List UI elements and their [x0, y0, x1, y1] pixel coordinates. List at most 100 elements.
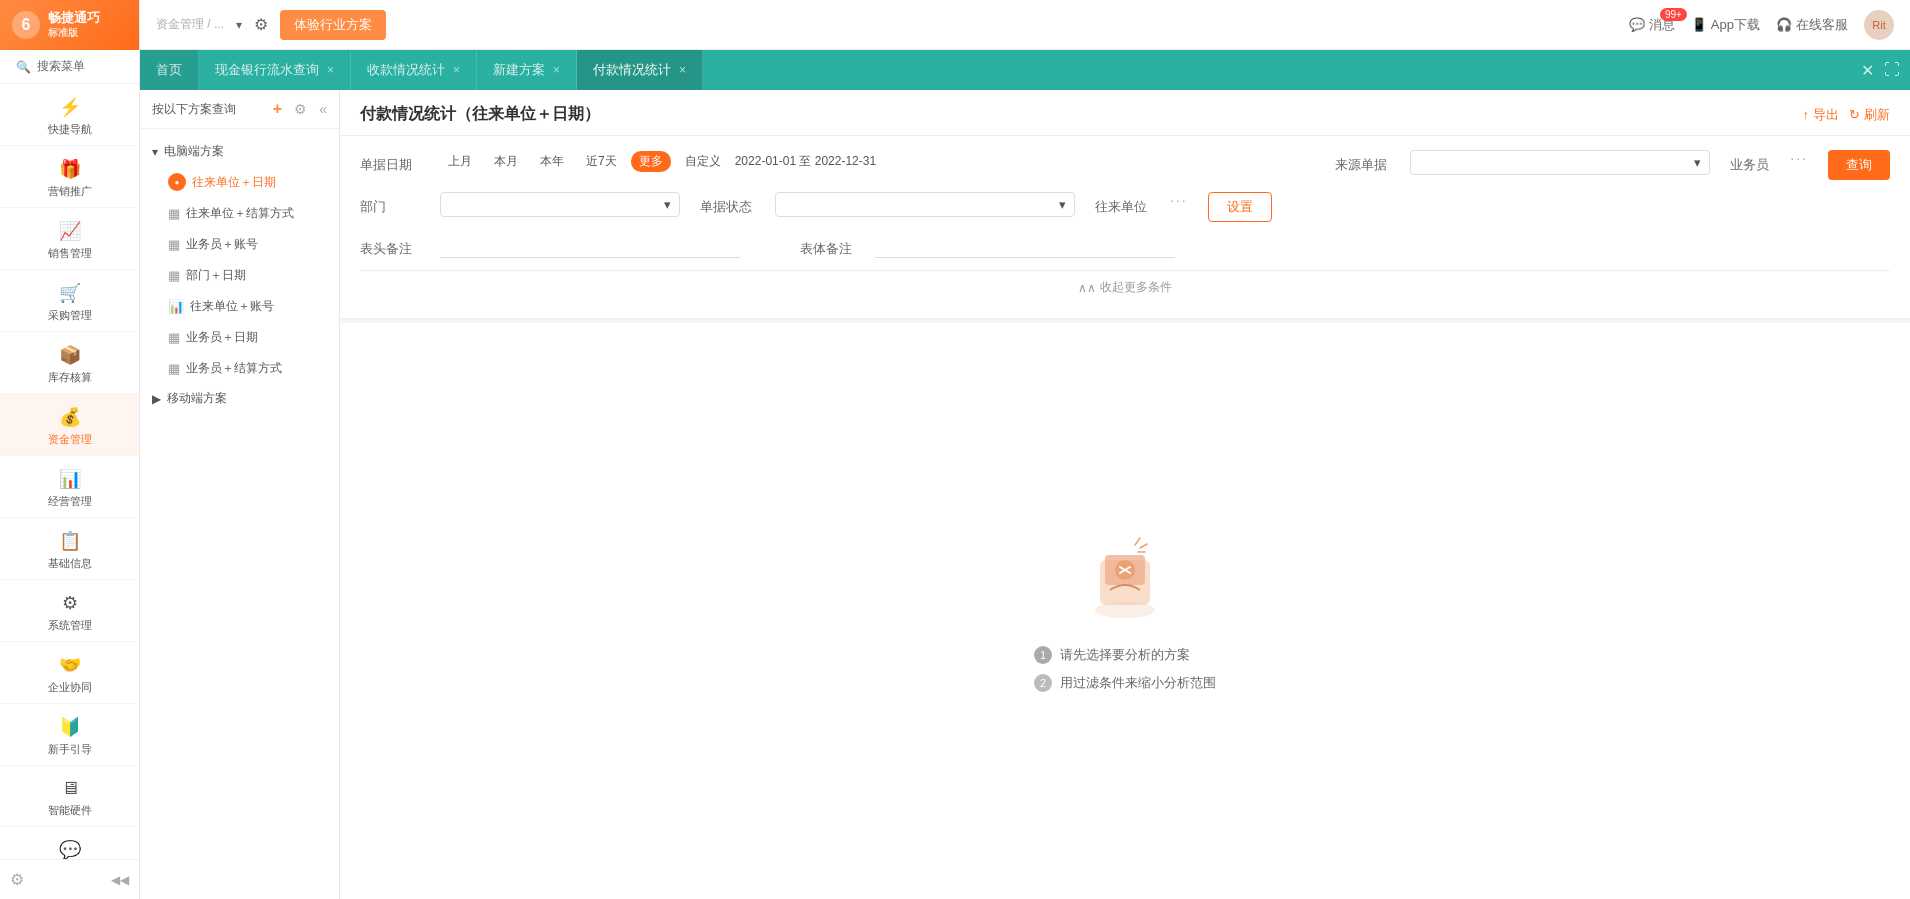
export-button[interactable]: ↑ 导出 [1803, 106, 1840, 124]
scheme-item-staff-settle[interactable]: ▦ 业务员＋结算方式 [140, 353, 339, 384]
query-button[interactable]: 查询 [1828, 150, 1890, 180]
voucher-status-select[interactable]: ▾ [775, 192, 1075, 217]
sidebar-logo: 6 畅捷通巧 标准版 [0, 0, 139, 50]
date-tab-custom[interactable]: 自定义 [677, 150, 729, 173]
mobile-group-label: 移动端方案 [167, 390, 227, 407]
sidebar-item-finance[interactable]: 💰 资金管理 [0, 394, 139, 456]
scheme-item-company-date[interactable]: ● 往来单位＋日期 [140, 166, 339, 198]
scheme-item-dept-date[interactable]: ▦ 部门＋日期 [140, 260, 339, 291]
tab-home[interactable]: 首页 [140, 50, 199, 90]
tab-close-all-icon[interactable]: ✕ [1861, 61, 1874, 80]
scheme-group-desktop-title[interactable]: ▾ 电脑端方案 [140, 137, 339, 166]
basic-label: 基础信息 [48, 556, 92, 571]
sidebar-item-sales[interactable]: 📈 销售管理 [0, 208, 139, 270]
collapse-conditions-button[interactable]: ∧∧ 收起更多条件 [1078, 279, 1172, 296]
body-note-input[interactable] [875, 234, 1175, 258]
refresh-label: 刷新 [1864, 106, 1890, 124]
empty-tip-2: 2 用过滤条件来缩小分析范围 [1034, 674, 1216, 692]
tab-bank-close[interactable]: × [327, 63, 334, 77]
quick-nav-icon: ⚡ [59, 96, 81, 118]
header-settings-icon[interactable]: ⚙ [254, 15, 268, 34]
operation-icon: 📊 [59, 468, 81, 490]
phone-icon: 📱 [1691, 17, 1707, 32]
enterprise-icon: 🤝 [59, 654, 81, 676]
avatar-text: Rit [1872, 19, 1885, 31]
sidebar-item-basic[interactable]: 📋 基础信息 [0, 518, 139, 580]
source-select-arrow: ▾ [1694, 155, 1701, 170]
date-tab-last-month[interactable]: 上月 [440, 150, 480, 173]
date-filter-content: 上月 本月 本年 近7天 更多 自定义 2022-01-01 至 2022-12… [440, 150, 1315, 173]
scheme-item-icon-3: ▦ [168, 268, 180, 283]
tab-receivable-close[interactable]: × [453, 63, 460, 77]
sidebar-item-guide[interactable]: 🔰 新手引导 [0, 704, 139, 766]
footer-collapse-icon[interactable]: ◀◀ [111, 873, 129, 887]
staff-dots[interactable]: ··· [1790, 150, 1808, 166]
date-tab-more[interactable]: 更多 [631, 151, 671, 172]
sidebar-item-operation[interactable]: 📊 经营管理 [0, 456, 139, 518]
scheme-item-company-account[interactable]: 📊 往来单位＋账号 [140, 291, 339, 322]
scheme-group-mobile-title[interactable]: ▶ 移动端方案 [140, 384, 339, 413]
date-tab-7days[interactable]: 近7天 [578, 150, 625, 173]
finance-label: 资金管理 [48, 432, 92, 447]
wechat-icon: 💬 [59, 839, 81, 859]
tab-new-scheme-label: 新建方案 [493, 61, 545, 79]
dept-select[interactable]: ▾ [440, 192, 680, 217]
tab-payment[interactable]: 付款情况统计 × [577, 50, 703, 90]
header-note-input[interactable] [440, 234, 740, 258]
basic-icon: 📋 [59, 530, 81, 552]
message-button[interactable]: 💬 消息 99+ [1629, 16, 1675, 34]
scheme-item-staff-date[interactable]: ▦ 业务员＋日期 [140, 322, 339, 353]
tab-receivable[interactable]: 收款情况统计 × [351, 50, 477, 90]
date-tab-this-month[interactable]: 本月 [486, 150, 526, 173]
sidebar-item-purchase[interactable]: 🛒 采购管理 [0, 270, 139, 332]
tab-new-scheme-close[interactable]: × [553, 63, 560, 77]
scheme-collapse-icon[interactable]: « [319, 101, 327, 117]
company-dots[interactable]: ··· [1170, 192, 1188, 208]
tab-fullscreen-icon[interactable]: ⛶ [1884, 61, 1900, 79]
sidebar-item-hardware[interactable]: 🖥 智能硬件 [0, 766, 139, 827]
user-avatar[interactable]: Rit [1864, 10, 1894, 40]
quick-nav-label: 快捷导航 [48, 122, 92, 137]
settings-button[interactable]: 设置 [1208, 192, 1272, 222]
header-right: 💬 消息 99+ 📱 App下载 🎧 在线客服 Rit [1629, 10, 1894, 40]
company-label: 往来单位 [1095, 192, 1150, 216]
sidebar-item-enterprise[interactable]: 🤝 企业协同 [0, 642, 139, 704]
search-label: 搜索菜单 [37, 58, 85, 75]
scheme-item-company-settle[interactable]: ▦ 往来单位＋结算方式 [140, 198, 339, 229]
header-dropdown-icon[interactable]: ▾ [236, 18, 242, 32]
online-service-button[interactable]: 🎧 在线客服 [1776, 16, 1848, 34]
tab-home-label: 首页 [156, 61, 182, 79]
scheme-item-icon-5: ▦ [168, 330, 180, 345]
source-select[interactable]: ▾ [1410, 150, 1710, 175]
tab-new-scheme[interactable]: 新建方案 × [477, 50, 577, 90]
date-tab-this-year[interactable]: 本年 [532, 150, 572, 173]
trial-button[interactable]: 体验行业方案 [280, 10, 386, 40]
sales-label: 销售管理 [48, 246, 92, 261]
operation-label: 经营管理 [48, 494, 92, 509]
tab-payment-close[interactable]: × [679, 63, 686, 77]
scheme-settings-icon[interactable]: ⚙ [294, 101, 307, 117]
guide-icon: 🔰 [59, 716, 81, 738]
scheme-item-staff-account[interactable]: ▦ 业务员＋账号 [140, 229, 339, 260]
footer-settings-icon[interactable]: ⚙ [10, 870, 24, 889]
sidebar-item-system[interactable]: ⚙ 系统管理 [0, 580, 139, 642]
tab-bank[interactable]: 现金银行流水查询 × [199, 50, 351, 90]
sidebar-item-quick-nav[interactable]: ⚡ 快捷导航 [0, 84, 139, 146]
sidebar-item-marketing[interactable]: 🎁 营销推广 [0, 146, 139, 208]
tip-num-1: 1 [1034, 646, 1052, 664]
app-download-button[interactable]: 📱 App下载 [1691, 16, 1760, 34]
search-menu[interactable]: 🔍 搜索菜单 [0, 50, 139, 84]
tab-bank-label: 现金银行流水查询 [215, 61, 319, 79]
marketing-icon: 🎁 [59, 158, 81, 180]
scheme-item-staff-account-label: 业务员＋账号 [186, 236, 258, 253]
svg-line-7 [1140, 544, 1147, 548]
system-icon: ⚙ [62, 592, 78, 614]
scheme-item-company-date-label: 往来单位＋日期 [192, 174, 276, 191]
refresh-button[interactable]: ↻ 刷新 [1849, 106, 1890, 124]
header-left: 资金管理 / ... ▾ ⚙ 体验行业方案 [156, 10, 386, 40]
sidebar-item-inventory[interactable]: 📦 库存核算 [0, 332, 139, 394]
scheme-item-dept-date-label: 部门＋日期 [186, 267, 246, 284]
sidebar-item-wechat[interactable]: 💬 企业微信 [0, 827, 139, 859]
page-actions: ↑ 导出 ↻ 刷新 [1803, 106, 1891, 124]
scheme-add-icon[interactable]: + [273, 100, 282, 118]
